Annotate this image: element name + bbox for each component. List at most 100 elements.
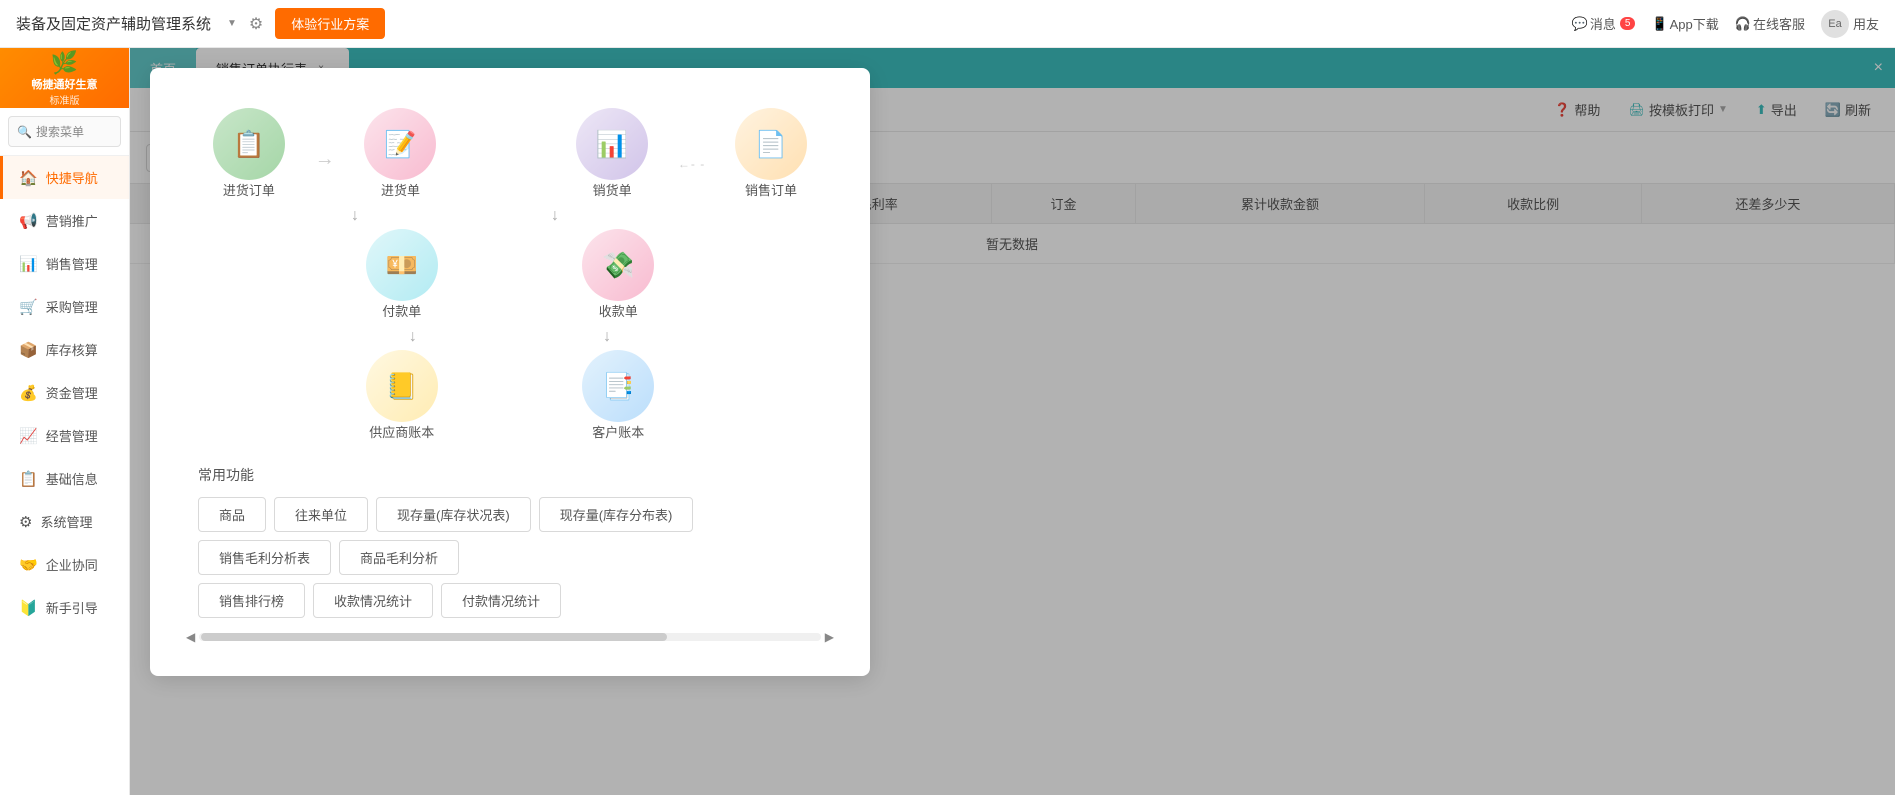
sidebar-label-newbie: 新手引导 — [46, 598, 98, 617]
flow-arrows-down-1: ↓ ↓ — [198, 207, 822, 225]
sidebar-item-marketing[interactable]: 📢 营销推广 — [0, 199, 129, 242]
flow-item-sales-order: 📄 销售订单 — [735, 108, 807, 199]
sidebar-logo: 🌿 畅捷通好生意 标准版 — [0, 48, 129, 108]
flow-item-purchase-bill: 📝 进货单 — [364, 108, 436, 199]
purchase-bill-label: 进货单 — [381, 180, 420, 199]
flow-item-customer-ledger: 📑 客户账本 — [582, 350, 654, 441]
user-name: 用友 — [1853, 14, 1879, 33]
sidebar-label-enterprise: 企业协同 — [46, 555, 98, 574]
top-bar: 装备及固定资产辅助管理系统 ▼ ⚙ 体验行业方案 💬 消息 5 📱 App下载 … — [0, 0, 1895, 48]
top-bar-left: 装备及固定资产辅助管理系统 ▼ ⚙ 体验行业方案 — [16, 8, 385, 39]
experience-button[interactable]: 体验行业方案 — [275, 8, 385, 39]
func-btn-goods-margin[interactable]: 商品毛利分析 — [339, 540, 459, 575]
settings-icon[interactable]: ⚙ — [249, 14, 263, 34]
func-btn-sales-margin[interactable]: 销售毛利分析表 — [198, 540, 331, 575]
sidebar-item-system[interactable]: ⚙ 系统管理 — [0, 500, 129, 543]
modal-scrollbar-track[interactable] — [199, 633, 821, 641]
sidebar-label-inventory: 库存核算 — [46, 340, 98, 359]
sidebar-label-operation: 经营管理 — [46, 426, 98, 445]
sidebar-item-inventory[interactable]: 📦 库存核算 — [0, 328, 129, 371]
sales-bill-label: 销货单 — [593, 180, 632, 199]
payment-label: 付款单 — [382, 301, 421, 320]
sidebar-label-finance: 资金管理 — [46, 383, 98, 402]
avatar: Ea — [1821, 10, 1849, 38]
app-download-btn[interactable]: 📱 App下载 — [1651, 14, 1718, 33]
func-btn-partner[interactable]: 往来单位 — [274, 497, 368, 532]
sidebar-label-sales: 销售管理 — [46, 254, 98, 273]
flow-item-payment: 💴 付款单 — [366, 229, 438, 320]
sidebar-item-quick-nav[interactable]: 🏠 快捷导航 — [0, 156, 129, 199]
newbie-icon: 🔰 — [19, 599, 38, 617]
purchase-order-label: 进货订单 — [223, 180, 275, 199]
system-dropdown-icon[interactable]: ▼ — [227, 18, 237, 29]
logo-icon: 🌿 — [51, 50, 78, 76]
purchase-order-circle[interactable]: 📋 — [213, 108, 285, 180]
customer-ledger-circle[interactable]: 📑 — [582, 350, 654, 422]
sidebar-label-marketing: 营销推广 — [46, 211, 98, 230]
func-btn-stock-dist[interactable]: 现存量(库存分布表) — [539, 497, 694, 532]
spacer-arr — [737, 207, 797, 225]
func-buttons-row-1: 商品 往来单位 现存量(库存状况表) 现存量(库存分布表) 销售毛利分析表 商品… — [198, 497, 822, 575]
scrollbar-left-arrow[interactable]: ◀ — [182, 630, 199, 644]
sales-bill-circle[interactable]: 📊 — [576, 108, 648, 180]
spacer-po — [223, 207, 295, 225]
user-area[interactable]: Ea 用友 — [1821, 10, 1879, 38]
func-btn-goods[interactable]: 商品 — [198, 497, 266, 532]
func-btn-payment-stat[interactable]: 付款情况统计 — [441, 583, 561, 618]
func-btn-receipt-stat[interactable]: 收款情况统计 — [313, 583, 433, 618]
flow-row-2: 💴 付款单 💸 收款单 — [198, 229, 822, 320]
down-arrow-sales: ↓ — [545, 207, 565, 225]
sidebar-item-sales[interactable]: 📊 销售管理 — [0, 242, 129, 285]
flow-row-3: 📒 供应商账本 📑 客户账本 — [198, 350, 822, 441]
func-btn-sales-rank[interactable]: 销售排行榜 — [198, 583, 305, 618]
sidebar-item-purchase[interactable]: 🛒 采购管理 — [0, 285, 129, 328]
flow-item-purchase-order: 📋 进货订单 — [213, 108, 285, 199]
sales-order-label: 销售订单 — [745, 180, 797, 199]
supplier-ledger-icon: 📒 — [386, 371, 418, 402]
online-service-btn[interactable]: 🎧 在线客服 — [1735, 14, 1805, 33]
sidebar-item-enterprise[interactable]: 🤝 企业协同 — [0, 543, 129, 586]
sp3-2 — [326, 328, 366, 346]
search-menu-label: 搜索菜单 — [36, 123, 84, 140]
supplier-ledger-circle[interactable]: 📒 — [366, 350, 438, 422]
down-arrow-purchase: ↓ — [345, 207, 365, 225]
dashed-arrow-left-icon: ←- - — [678, 157, 705, 171]
sidebar-item-basic-info[interactable]: 📋 基础信息 — [0, 457, 129, 500]
sidebar-search: 🔍 搜索菜单 — [0, 108, 129, 156]
sidebar-item-finance[interactable]: 💰 资金管理 — [0, 371, 129, 414]
purchase-bill-circle[interactable]: 📝 — [364, 108, 436, 180]
operation-icon: 📈 — [19, 427, 38, 445]
flow-section: 📋 进货订单 → 📝 进货单 — [174, 92, 846, 457]
sidebar-item-newbie[interactable]: 🔰 新手引导 — [0, 586, 129, 629]
logo-name: 畅捷通好生意 — [32, 76, 98, 92]
payment-circle[interactable]: 💴 — [366, 229, 438, 301]
flow-item-supplier-ledger: 📒 供应商账本 — [366, 350, 438, 441]
logo-subtitle: 标准版 — [50, 92, 80, 107]
modal-scrollbar-row: ◀ ▶ — [182, 630, 838, 644]
system-title: 装备及固定资产辅助管理系统 — [16, 13, 211, 34]
top-bar-right: 💬 消息 5 📱 App下载 🎧 在线客服 Ea 用友 — [1572, 10, 1879, 38]
home-icon: 🏠 — [19, 169, 38, 187]
sidebar-label-system: 系统管理 — [40, 512, 92, 531]
headset-icon: 🎧 — [1735, 16, 1751, 32]
scrollbar-right-arrow[interactable]: ▶ — [821, 630, 838, 644]
flow-item-receipt: 💸 收款单 — [582, 229, 654, 320]
flow-item-sales-bill: 📊 销货单 — [576, 108, 648, 199]
arrow-right-1: → — [315, 148, 335, 171]
message-btn[interactable]: 💬 消息 5 — [1572, 14, 1636, 33]
common-func-title: 常用功能 — [198, 465, 822, 485]
func-btn-stock-status[interactable]: 现存量(库存状况表) — [376, 497, 531, 532]
system-icon: ⚙ — [19, 513, 32, 531]
flow-row-1: 📋 进货订单 → 📝 进货单 — [198, 108, 822, 199]
modal-scroll-area: ◀ ▶ — [174, 630, 846, 652]
sidebar-label-purchase: 采购管理 — [46, 297, 98, 316]
sidebar-item-operation[interactable]: 📈 经营管理 — [0, 414, 129, 457]
sp3-4 — [654, 328, 694, 346]
search-menu-button[interactable]: 🔍 搜索菜单 — [8, 116, 121, 147]
basic-info-icon: 📋 — [19, 470, 38, 488]
receipt-circle[interactable]: 💸 — [582, 229, 654, 301]
flow-modal-overlay[interactable]: 📋 进货订单 → 📝 进货单 — [130, 48, 1895, 795]
sales-order-circle[interactable]: 📄 — [735, 108, 807, 180]
arrow-right-solid-icon: → — [315, 148, 335, 171]
sidebar-nav: 🏠 快捷导航 📢 营销推广 📊 销售管理 🛒 采购管理 📦 库存核 — [0, 156, 129, 795]
